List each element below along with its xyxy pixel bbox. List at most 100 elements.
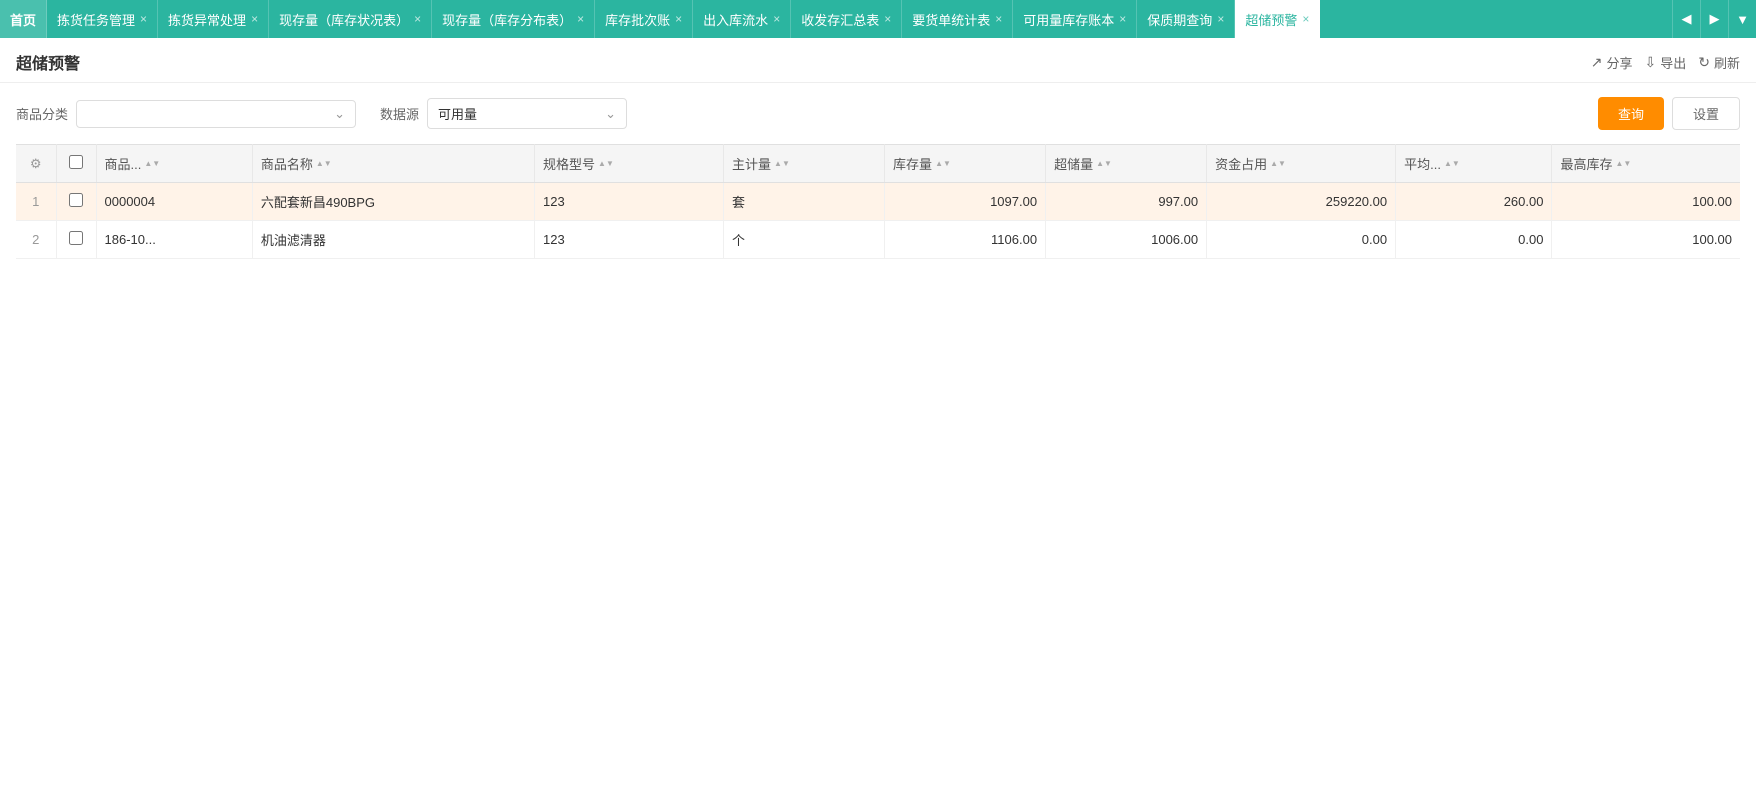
- nav-tab-collect[interactable]: 收发存汇总表 ×: [791, 0, 902, 38]
- nav-tab-abnormal-close[interactable]: ×: [251, 12, 258, 26]
- filter-actions: 查询 设置: [1598, 97, 1740, 130]
- row-capital-1: 0.00: [1207, 221, 1396, 259]
- datasource-select-text: 可用量: [438, 104, 477, 123]
- nav-tab-stock-status-close[interactable]: ×: [414, 12, 421, 26]
- nav-tab-order-stat[interactable]: 要货单统计表 ×: [902, 0, 1013, 38]
- row-spec-0: 123: [535, 183, 724, 221]
- row-avg-0: 260.00: [1396, 183, 1552, 221]
- nav-tab-order-stat-close[interactable]: ×: [995, 12, 1002, 26]
- row-checkbox-cell-0[interactable]: [56, 183, 96, 221]
- th-stock-label: 库存量: [893, 154, 932, 173]
- th-max-label: 最高库存: [1560, 154, 1612, 173]
- row-max-0: 100.00: [1552, 183, 1740, 221]
- row-over-1: 1006.00: [1046, 221, 1207, 259]
- th-avg-sort-icon: ▲▼: [1444, 159, 1460, 168]
- nav-tab-overstock-label: 超储预警: [1245, 10, 1297, 29]
- share-label: 分享: [1606, 53, 1632, 72]
- th-code[interactable]: 商品... ▲▼: [96, 145, 252, 183]
- row-num-1: 2: [16, 221, 56, 259]
- nav-tab-quality-label: 保质期查询: [1147, 10, 1212, 29]
- row-stock-1: 1106.00: [885, 221, 1046, 259]
- table-container: ⚙ 商品... ▲▼ 商品名称 ▲▼: [0, 144, 1756, 259]
- th-name[interactable]: 商品名称 ▲▼: [252, 145, 534, 183]
- row-name-1: 机油滤清器: [252, 221, 534, 259]
- th-unit-sort-icon: ▲▼: [774, 159, 790, 168]
- datasource-select[interactable]: 可用量 ⌄: [427, 98, 627, 129]
- nav-tab-quality[interactable]: 保质期查询 ×: [1137, 0, 1235, 38]
- th-avg[interactable]: 平均... ▲▼: [1396, 145, 1552, 183]
- nav-tab-avail[interactable]: 可用量库存账本 ×: [1013, 0, 1137, 38]
- row-checkbox-1[interactable]: [69, 231, 83, 245]
- category-select[interactable]: ⌄: [76, 100, 356, 128]
- export-button[interactable]: ⇩ 导出: [1645, 53, 1687, 72]
- nav-tab-inout[interactable]: 出入库流水 ×: [693, 0, 791, 38]
- th-spec-label: 规格型号: [543, 154, 595, 173]
- th-spec[interactable]: 规格型号 ▲▼: [535, 145, 724, 183]
- nav-tab-task-close[interactable]: ×: [140, 12, 147, 26]
- row-capital-0: 259220.00: [1207, 183, 1396, 221]
- th-unit[interactable]: 主计量 ▲▼: [724, 145, 885, 183]
- th-name-label: 商品名称: [261, 154, 313, 173]
- nav-tab-task-label: 拣货任务管理: [57, 10, 135, 29]
- row-checkbox-cell-1[interactable]: [56, 221, 96, 259]
- share-icon: ↗: [1591, 54, 1603, 71]
- th-code-sort-icon: ▲▼: [144, 159, 160, 168]
- th-gear[interactable]: ⚙: [16, 145, 56, 183]
- refresh-label: 刷新: [1714, 53, 1740, 72]
- nav-tab-overstock[interactable]: 超储预警 ×: [1235, 0, 1320, 38]
- row-avg-1: 0.00: [1396, 221, 1552, 259]
- th-max[interactable]: 最高库存 ▲▼: [1552, 145, 1740, 183]
- nav-next-arrow[interactable]: ▶: [1700, 0, 1728, 38]
- refresh-button[interactable]: ↻ 刷新: [1698, 53, 1740, 72]
- nav-tab-stock-status-label: 现存量（库存状况表）: [279, 10, 409, 29]
- header-actions: ↗ 分享 ⇩ 导出 ↻ 刷新: [1591, 53, 1740, 72]
- row-stock-0: 1097.00: [885, 183, 1046, 221]
- th-name-sort-icon: ▲▼: [316, 159, 332, 168]
- th-stock-sort-icon: ▲▼: [935, 159, 951, 168]
- filter-area: 商品分类 ⌄ 数据源 可用量 ⌄ 查询 设置: [0, 83, 1756, 144]
- nav-tab-abnormal[interactable]: 拣货异常处理 ×: [158, 0, 269, 38]
- th-avg-label: 平均...: [1404, 154, 1441, 173]
- nav-tab-stock-status[interactable]: 现存量（库存状况表） ×: [269, 0, 432, 38]
- row-over-0: 997.00: [1046, 183, 1207, 221]
- nav-tab-stock-dist[interactable]: 现存量（库存分布表） ×: [432, 0, 595, 38]
- data-table: ⚙ 商品... ▲▼ 商品名称 ▲▼: [16, 144, 1740, 259]
- share-button[interactable]: ↗ 分享: [1591, 53, 1633, 72]
- row-num-0: 1: [16, 183, 56, 221]
- th-code-label: 商品...: [105, 154, 142, 173]
- nav-tab-order-stat-label: 要货单统计表: [912, 10, 990, 29]
- row-unit-0: 套: [724, 183, 885, 221]
- nav-tab-batch[interactable]: 库存批次账 ×: [595, 0, 693, 38]
- nav-prev-arrow[interactable]: ◀: [1672, 0, 1700, 38]
- nav-tab-collect-close[interactable]: ×: [884, 12, 891, 26]
- th-capital[interactable]: 资金占用 ▲▼: [1207, 145, 1396, 183]
- nav-menu-arrow[interactable]: ▼: [1728, 0, 1756, 38]
- row-checkbox-0[interactable]: [69, 193, 83, 207]
- nav-tab-avail-close[interactable]: ×: [1119, 12, 1126, 26]
- nav-tab-batch-close[interactable]: ×: [675, 12, 682, 26]
- th-stock[interactable]: 库存量 ▲▼: [885, 145, 1046, 183]
- row-name-0: 六配套新昌490BPG: [252, 183, 534, 221]
- table-row: 1 0000004 六配套新昌490BPG 123 套 1097.00 997.…: [16, 183, 1740, 221]
- select-all-checkbox[interactable]: [69, 155, 83, 169]
- nav-tab-inout-close[interactable]: ×: [773, 12, 780, 26]
- th-capital-label: 资金占用: [1215, 154, 1267, 173]
- nav-tab-home[interactable]: 首页: [0, 0, 47, 38]
- table-header-row: ⚙ 商品... ▲▼ 商品名称 ▲▼: [16, 145, 1740, 183]
- nav-tab-home-label: 首页: [10, 10, 36, 29]
- page-title: 超储预警: [16, 50, 80, 74]
- row-unit-1: 个: [724, 221, 885, 259]
- category-label: 商品分类: [16, 104, 68, 123]
- nav-tab-quality-close[interactable]: ×: [1217, 12, 1224, 26]
- category-filter: 商品分类 ⌄: [16, 100, 356, 128]
- nav-tab-inout-label: 出入库流水: [703, 10, 768, 29]
- th-checkbox[interactable]: [56, 145, 96, 183]
- query-button[interactable]: 查询: [1598, 97, 1664, 130]
- nav-tab-stock-dist-close[interactable]: ×: [577, 12, 584, 26]
- nav-arrows: ◀ ▶ ▼: [1672, 0, 1756, 38]
- nav-tab-task[interactable]: 拣货任务管理 ×: [47, 0, 158, 38]
- settings-button[interactable]: 设置: [1672, 97, 1740, 130]
- nav-tab-overstock-close[interactable]: ×: [1302, 12, 1309, 26]
- th-over[interactable]: 超储量 ▲▼: [1046, 145, 1207, 183]
- nav-tab-collect-label: 收发存汇总表: [801, 10, 879, 29]
